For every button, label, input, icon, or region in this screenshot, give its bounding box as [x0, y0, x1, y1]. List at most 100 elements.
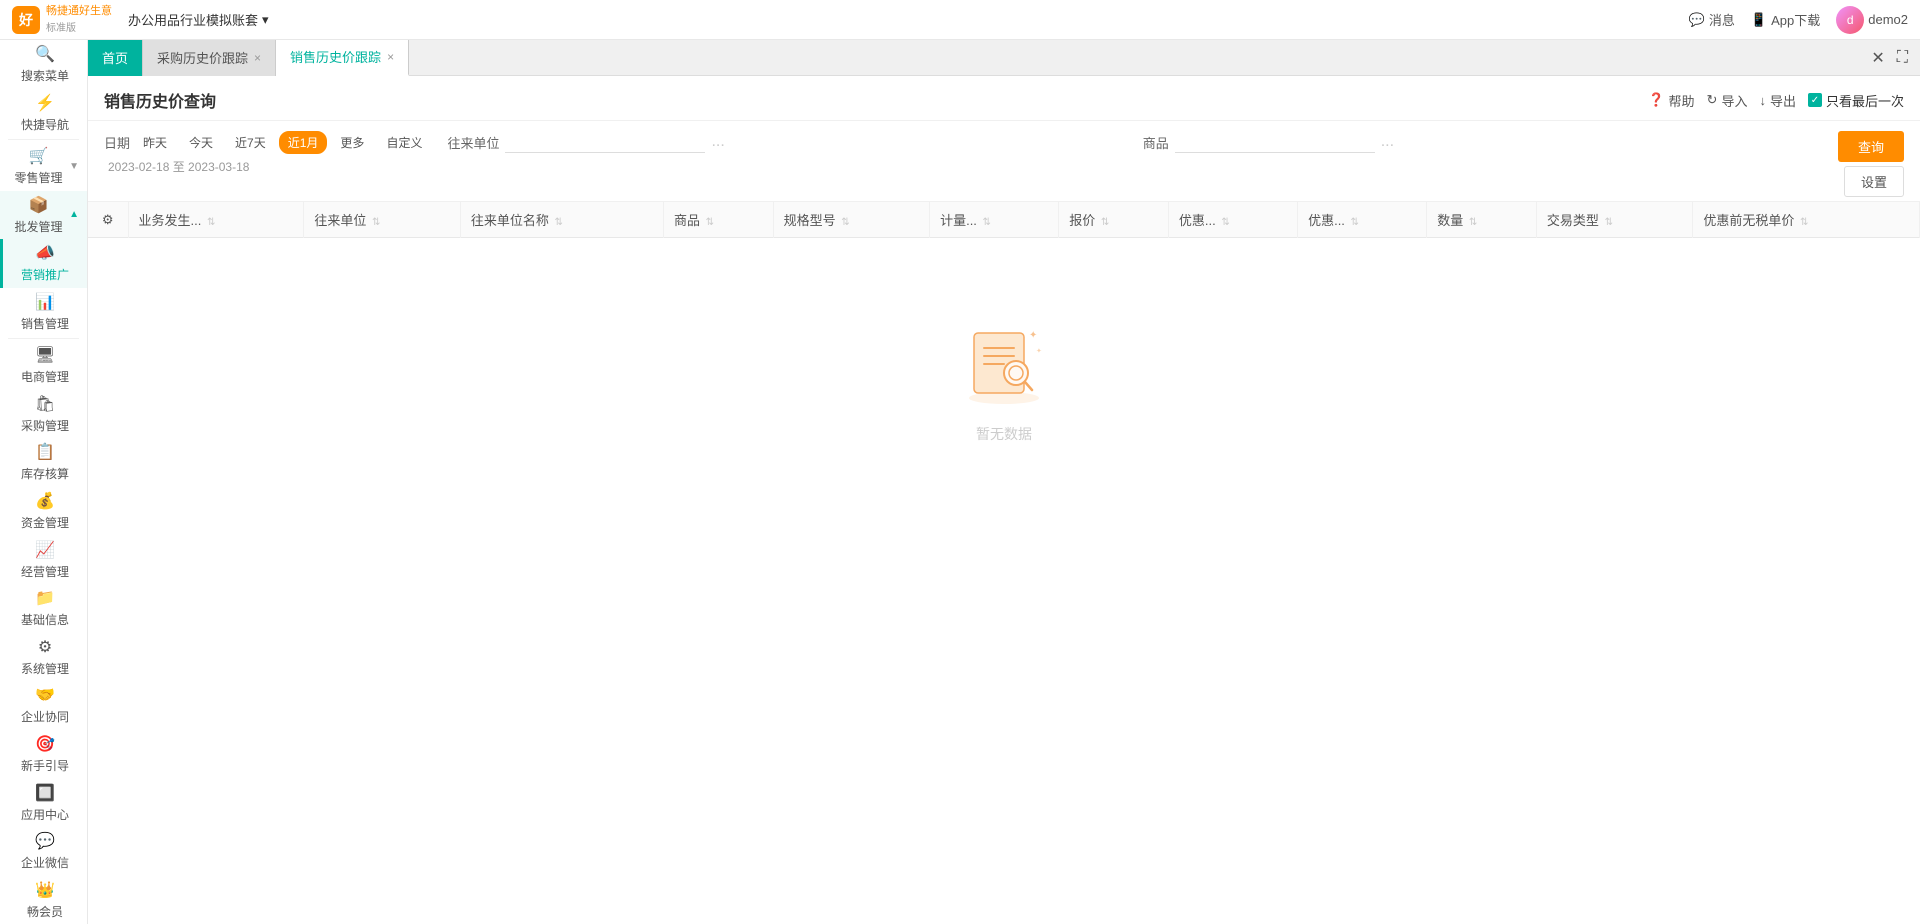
column-partner-code[interactable]: 往来单位 ⇅: [304, 202, 460, 238]
sidebar-item-purchase[interactable]: 🛍 采购管理: [0, 390, 87, 439]
top-bar: 好 畅捷通好生意 标准版 办公用品行业模拟账套 ▾ 💬 消息 📱 App下载 d…: [0, 0, 1920, 40]
inventory-icon: 📋: [35, 442, 55, 462]
message-icon: 💬: [1689, 12, 1705, 28]
svg-text:✦: ✦: [1029, 330, 1037, 341]
app-download-action[interactable]: 📱 App下载: [1751, 10, 1820, 29]
sidebar-item-corp-wechat[interactable]: 💬 企业微信: [0, 827, 87, 876]
user-action[interactable]: d demo2: [1836, 6, 1908, 34]
download-icon: 📱: [1751, 12, 1767, 28]
tab-home[interactable]: 首页: [88, 40, 143, 76]
table-container[interactable]: ⚙ 业务发生... ⇅ 往来单位 ⇅ 往来单位名称 ⇅: [88, 202, 1920, 924]
date-buttons-row: 日期 昨天 今天 近7天 近1月 更多 自定义: [104, 131, 431, 154]
message-action[interactable]: 💬 消息: [1689, 10, 1735, 29]
sidebar-item-basic[interactable]: 📁 基础信息: [0, 584, 87, 633]
marketing-icon: 📣: [35, 243, 55, 263]
sidebar-item-quick[interactable]: ⚡ 快捷导航: [0, 89, 87, 138]
last-only-checkbox[interactable]: 只看最后一次: [1808, 91, 1904, 110]
product-dots-button[interactable]: ...: [1381, 133, 1394, 151]
column-discount2[interactable]: 优惠... ⇅: [1298, 202, 1427, 238]
partner-dots-button[interactable]: ...: [711, 133, 724, 151]
sidebar-item-search[interactable]: 🔍 搜索菜单: [0, 40, 87, 89]
date-custom[interactable]: 自定义: [377, 131, 431, 154]
sort-arrows-discount1: ⇅: [1221, 217, 1229, 228]
query-button[interactable]: 查询: [1838, 131, 1904, 162]
date-1month[interactable]: 近1月: [279, 131, 328, 154]
help-action[interactable]: ❓ 帮助: [1648, 91, 1694, 110]
empty-state: ✦ ✦ 暂无数据: [88, 238, 1920, 524]
sidebar-item-system[interactable]: ⚙ 系统管理: [0, 633, 87, 682]
tab-purchase-close[interactable]: ×: [254, 51, 261, 65]
column-tax-price[interactable]: 优惠前无税单价 ⇅: [1693, 202, 1920, 238]
column-quote-price[interactable]: 报价 ⇅: [1059, 202, 1169, 238]
corp-wechat-icon: 💬: [35, 831, 55, 851]
column-quantity[interactable]: 数量 ⇅: [1427, 202, 1537, 238]
action-buttons: 查询 设置: [1838, 131, 1904, 197]
column-spec[interactable]: 规格型号 ⇅: [773, 202, 929, 238]
column-product[interactable]: 商品 ⇅: [663, 202, 773, 238]
col-trade-type-label: 交易类型: [1547, 213, 1599, 228]
column-partner-name[interactable]: 往来单位名称 ⇅: [460, 202, 663, 238]
system-icon: ⚙: [38, 637, 52, 657]
appstore-icon: 🔲: [35, 783, 55, 803]
date-7days[interactable]: 近7天: [226, 131, 275, 154]
tab-purchase-label: 采购历史价跟踪: [157, 48, 248, 67]
col-tax-price-label: 优惠前无税单价: [1703, 213, 1794, 228]
column-discount1[interactable]: 优惠... ⇅: [1168, 202, 1297, 238]
message-label: 消息: [1709, 10, 1735, 29]
table-header-row: ⚙ 业务发生... ⇅ 往来单位 ⇅ 往来单位名称 ⇅: [88, 202, 1920, 238]
sidebar-item-newbie[interactable]: 🎯 新手引导: [0, 730, 87, 779]
col-discount2-label: 优惠...: [1308, 213, 1345, 228]
app-selector[interactable]: 办公用品行业模拟账套 ▾: [120, 6, 277, 33]
product-input[interactable]: [1175, 131, 1375, 153]
product-filter-label: 商品: [1143, 133, 1169, 152]
tab-sales[interactable]: 销售历史价跟踪 ×: [276, 40, 409, 76]
partner-filter-group: 往来单位 ...: [447, 131, 1126, 153]
date-yesterday[interactable]: 昨天: [134, 131, 176, 154]
date-today[interactable]: 今天: [180, 131, 222, 154]
purchase-icon: 🛍: [35, 394, 55, 414]
import-icon: ↻: [1707, 92, 1718, 108]
tab-purchase[interactable]: 采购历史价跟踪 ×: [143, 40, 276, 76]
sidebar-item-marketing[interactable]: 📣 营销推广: [0, 239, 87, 288]
avatar: d: [1836, 6, 1864, 34]
partner-input[interactable]: [505, 131, 705, 153]
col-product-label: 商品: [674, 213, 700, 228]
column-trade-type[interactable]: 交易类型 ⇅: [1536, 202, 1692, 238]
settings-button[interactable]: 设置: [1844, 166, 1904, 197]
export-action[interactable]: ↓ 导出: [1759, 91, 1796, 110]
sidebar-item-appstore[interactable]: 🔲 应用中心: [0, 778, 87, 827]
date-more[interactable]: 更多: [331, 131, 373, 154]
sidebar: 🔍 搜索菜单 ⚡ 快捷导航 🛒 零售管理 ▼ 📦 批发管理 ▲ 📣 营销推广 📊…: [0, 40, 88, 924]
sidebar-item-finance[interactable]: 💰 资金管理: [0, 487, 87, 536]
sidebar-item-retail[interactable]: 🛒 零售管理 ▼: [0, 142, 87, 191]
column-biz-date[interactable]: 业务发生... ⇅: [128, 202, 304, 238]
import-action[interactable]: ↻ 导入: [1707, 91, 1748, 110]
close-tab-button[interactable]: ✕: [1867, 46, 1888, 70]
sort-arrows-partner-code: ⇅: [372, 217, 380, 228]
sidebar-item-member[interactable]: 👑 畅会员: [0, 876, 87, 924]
maximize-button[interactable]: ⛶: [1893, 47, 1912, 69]
sidebar-item-operations[interactable]: 📈 经营管理: [0, 535, 87, 584]
page-title: 销售历史价查询: [104, 88, 216, 112]
finance-icon: 💰: [35, 491, 55, 511]
logo-text-group: 畅捷通好生意 标准版: [46, 5, 112, 33]
logo-sub: 标准版: [46, 19, 112, 34]
collab-icon: 🤝: [35, 685, 55, 705]
sidebar-label-inventory: 库存核算: [21, 465, 69, 482]
wholesale-icon: 📦: [29, 195, 49, 215]
sidebar-label-purchase: 采购管理: [21, 417, 69, 434]
product-filter-group: 商品 ...: [1143, 131, 1822, 153]
sidebar-item-collab[interactable]: 🤝 企业协同: [0, 681, 87, 730]
tab-sales-close[interactable]: ×: [387, 50, 394, 64]
import-label: 导入: [1721, 91, 1747, 110]
sidebar-item-inventory[interactable]: 📋 库存核算: [0, 438, 87, 487]
sort-arrows-tax-price: ⇅: [1800, 217, 1808, 228]
sidebar-item-sales-mgmt[interactable]: 📊 销售管理: [0, 288, 87, 337]
svg-text:✦: ✦: [1036, 347, 1042, 355]
sidebar-label-retail: 零售管理: [15, 169, 63, 186]
chevron-down-icon-retail: ▼: [69, 161, 79, 172]
column-unit[interactable]: 计量... ⇅: [930, 202, 1059, 238]
sidebar-item-ecommerce[interactable]: 🖥 电商管理: [0, 341, 87, 390]
column-settings[interactable]: ⚙: [88, 202, 128, 238]
sidebar-item-wholesale[interactable]: 📦 批发管理 ▲: [0, 191, 87, 240]
